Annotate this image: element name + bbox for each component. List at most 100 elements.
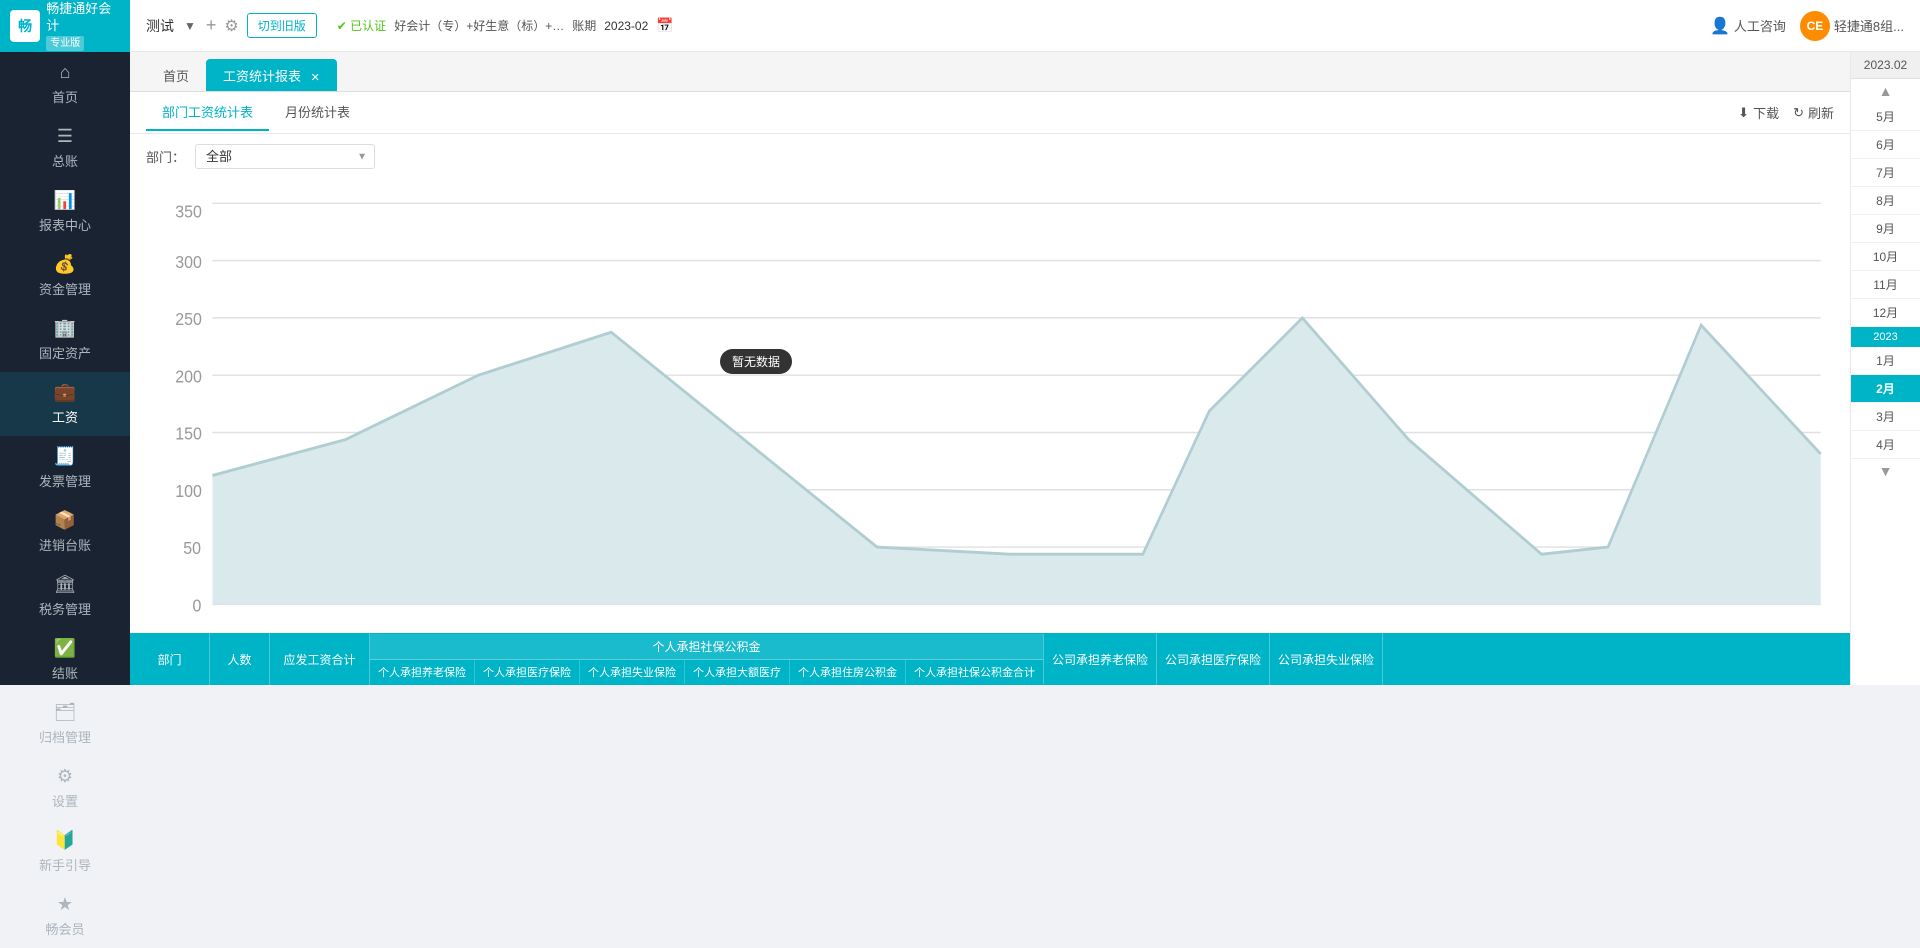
content-wrapper: 首页 工资统计报表 ✕ 部门工资统计表 月份统计表 <box>130 52 1920 685</box>
svg-text:0: 0 <box>193 596 202 616</box>
sub-tab-monthly[interactable]: 月份统计表 <box>269 94 366 131</box>
tab-home[interactable]: 首页 <box>146 59 206 91</box>
col-personal-medical: 个人承担医疗保险 <box>475 660 580 684</box>
month-6[interactable]: 6月 <box>1851 131 1920 159</box>
refresh-icon: ↻ <box>1793 105 1804 121</box>
home-icon: ⌂ <box>60 62 71 83</box>
topbar: 测试 ▼ + ⚙ 切到旧版 ✔ 已认证 好会计（专）+好生意（标）+… 账期 2… <box>130 0 1920 52</box>
chart-container: 0 50 100 150 200 250 300 350 <box>130 179 1850 633</box>
tab-bar: 首页 工资统计报表 ✕ <box>130 52 1850 92</box>
month-2023-4[interactable]: 4月 <box>1851 431 1920 459</box>
col-total-salary: 应发工资合计 <box>270 633 370 685</box>
svg-text:250: 250 <box>175 310 202 330</box>
sidebar-item-general-ledger[interactable]: ☰ 总账 <box>0 116 130 180</box>
settlement-icon: ✅ <box>54 638 76 659</box>
topbar-right: 👤 人工咨询 CE 轻捷通8组... <box>1710 11 1904 41</box>
month-10[interactable]: 10月 <box>1851 243 1920 271</box>
svg-text:200: 200 <box>175 367 202 387</box>
svg-text:300: 300 <box>175 252 202 272</box>
sidebar-item-guide[interactable]: 🔰 新手引导 <box>0 820 130 884</box>
guide-icon: 🔰 <box>54 830 76 851</box>
refresh-btn[interactable]: ↻ 刷新 <box>1793 103 1834 122</box>
filter-label: 部门： <box>146 147 185 166</box>
sidebar-item-tax[interactable]: 🏛 税务管理 <box>0 564 130 628</box>
sidebar: 畅 畅捷通好会计 专业版 ⌂ 首页 ☰ 总账 📊 报表中心 💰 资金管理 🏢 固… <box>0 0 130 685</box>
sidebar-item-archive[interactable]: 🗂 归档管理 <box>0 692 130 756</box>
invoice-icon: 🧾 <box>54 446 76 467</box>
month-2023-3[interactable]: 3月 <box>1851 403 1920 431</box>
month-5[interactable]: 5月 <box>1851 103 1920 131</box>
svg-text:350: 350 <box>175 202 202 222</box>
year-2023-label[interactable]: 2023 <box>1851 327 1920 347</box>
col-company-unemployment: 公司承担失业保险 <box>1270 633 1383 685</box>
month-2023-2[interactable]: 2月 <box>1851 375 1920 403</box>
funds-icon: 💰 <box>54 254 76 275</box>
ai-consult-btn[interactable]: 👤 人工咨询 <box>1710 16 1786 36</box>
topbar-tags: 好会计（专）+好生意（标）+… <box>394 17 564 34</box>
sidebar-item-purchase-sales[interactable]: 📦 进销台账 <box>0 500 130 564</box>
sidebar-item-funds[interactable]: 💰 资金管理 <box>0 244 130 308</box>
ledger-icon: ☰ <box>57 126 73 147</box>
dept-select[interactable]: 全部 财务部 销售部 技术部 行政部 <box>195 144 375 169</box>
topbar-dropdown[interactable]: ▼ <box>184 19 196 33</box>
assets-icon: 🏢 <box>54 318 76 339</box>
month-9[interactable]: 9月 <box>1851 215 1920 243</box>
sidebar-item-settings[interactable]: ⚙ 设置 <box>0 756 130 820</box>
sidebar-item-settlement[interactable]: ✅ 结账 <box>0 628 130 692</box>
settings-icon: ⚙ <box>57 766 73 787</box>
sub-tab-dept-salary[interactable]: 部门工资统计表 <box>146 94 269 131</box>
add-btn[interactable]: + <box>206 15 217 36</box>
certified-badge: ✔ 已认证 <box>337 17 386 34</box>
chart-svg: 0 50 100 150 200 250 300 350 <box>146 189 1834 633</box>
col-group-cells: 个人承担养老保险 个人承担医疗保险 个人承担失业保险 个人承担大额医疗 个人承担 <box>370 660 1043 684</box>
svg-text:100: 100 <box>175 481 202 501</box>
topbar-actions: + ⚙ 切到旧版 <box>206 13 317 38</box>
month-11[interactable]: 11月 <box>1851 271 1920 299</box>
col-group-personal: 个人承担社保公积金 个人承担养老保险 个人承担医疗保险 个人承担失业保险 个人承… <box>370 634 1044 684</box>
col-company-pension: 公司承担养老保险 <box>1044 633 1157 685</box>
month-2023-1[interactable]: 1月 <box>1851 347 1920 375</box>
avatar: CE <box>1800 11 1830 41</box>
svg-text:50: 50 <box>183 539 201 559</box>
sidebar-item-salary[interactable]: 💼 工资 <box>0 372 130 436</box>
download-btn[interactable]: ⬇ 下载 <box>1738 103 1779 122</box>
month-7[interactable]: 7月 <box>1851 159 1920 187</box>
logo-text: 畅捷通好会计 专业版 <box>46 1 120 52</box>
page-content: 首页 工资统计报表 ✕ 部门工资统计表 月份统计表 <box>130 52 1850 685</box>
salary-icon: 💼 <box>54 382 76 403</box>
sub-tab-actions: ⬇ 下载 ↻ 刷新 <box>1738 103 1834 122</box>
sidebar-logo: 畅 畅捷通好会计 专业版 <box>0 0 130 52</box>
settings-btn[interactable]: ⚙ <box>224 16 238 36</box>
topbar-period-value: 2023-02 <box>604 19 648 33</box>
sidebar-item-reports[interactable]: 📊 报表中心 <box>0 180 130 244</box>
sidebar-item-assets[interactable]: 🏢 固定资产 <box>0 308 130 372</box>
col-personal-total: 个人承担社保公积金合计 <box>906 660 1043 684</box>
col-group-header: 个人承担社保公积金 <box>370 634 1043 660</box>
sidebar-item-invoice[interactable]: 🧾 发票管理 <box>0 436 130 500</box>
month-8[interactable]: 8月 <box>1851 187 1920 215</box>
table-footer: 部门 人数 应发工资合计 个人承担社保公积金 个人承担养老保险 <box>130 633 1850 685</box>
user-btn[interactable]: CE 轻捷通8组... <box>1800 11 1904 41</box>
purchase-icon: 📦 <box>54 510 76 531</box>
tab-close-icon[interactable]: ✕ <box>311 72 320 84</box>
tab-salary-report[interactable]: 工资统计报表 ✕ <box>206 59 337 91</box>
logo-icon: 畅 <box>10 10 40 42</box>
sidebar-item-home[interactable]: ⌂ 首页 <box>0 52 130 116</box>
date-nav-down[interactable]: ▼ <box>1851 459 1920 483</box>
col-company-medical: 公司承担医疗保险 <box>1157 633 1270 685</box>
svg-text:150: 150 <box>175 424 202 444</box>
col-personal-housing: 个人承担住房公积金 <box>790 660 906 684</box>
reports-icon: 📊 <box>54 190 76 211</box>
date-panel-nav: ▲ 5月 6月 7月 8月 9月 10月 <box>1851 79 1920 483</box>
right-date-panel: 2023.02 ▲ 5月 6月 7月 8月 9月 <box>1850 52 1920 685</box>
download-icon: ⬇ <box>1738 105 1749 121</box>
col-personal-pension: 个人承担养老保险 <box>370 660 475 684</box>
month-12[interactable]: 12月 <box>1851 299 1920 327</box>
switch-old-btn[interactable]: 切到旧版 <box>247 13 317 38</box>
calendar-icon[interactable]: 📅 <box>656 17 673 34</box>
date-nav-up[interactable]: ▲ <box>1851 79 1920 103</box>
sub-tabs: 部门工资统计表 月份统计表 <box>146 94 366 131</box>
tax-icon: 🏛 <box>54 574 77 595</box>
sidebar-item-membership[interactable]: ★ 畅会员 <box>0 884 130 948</box>
col-count: 人数 <box>210 633 270 685</box>
